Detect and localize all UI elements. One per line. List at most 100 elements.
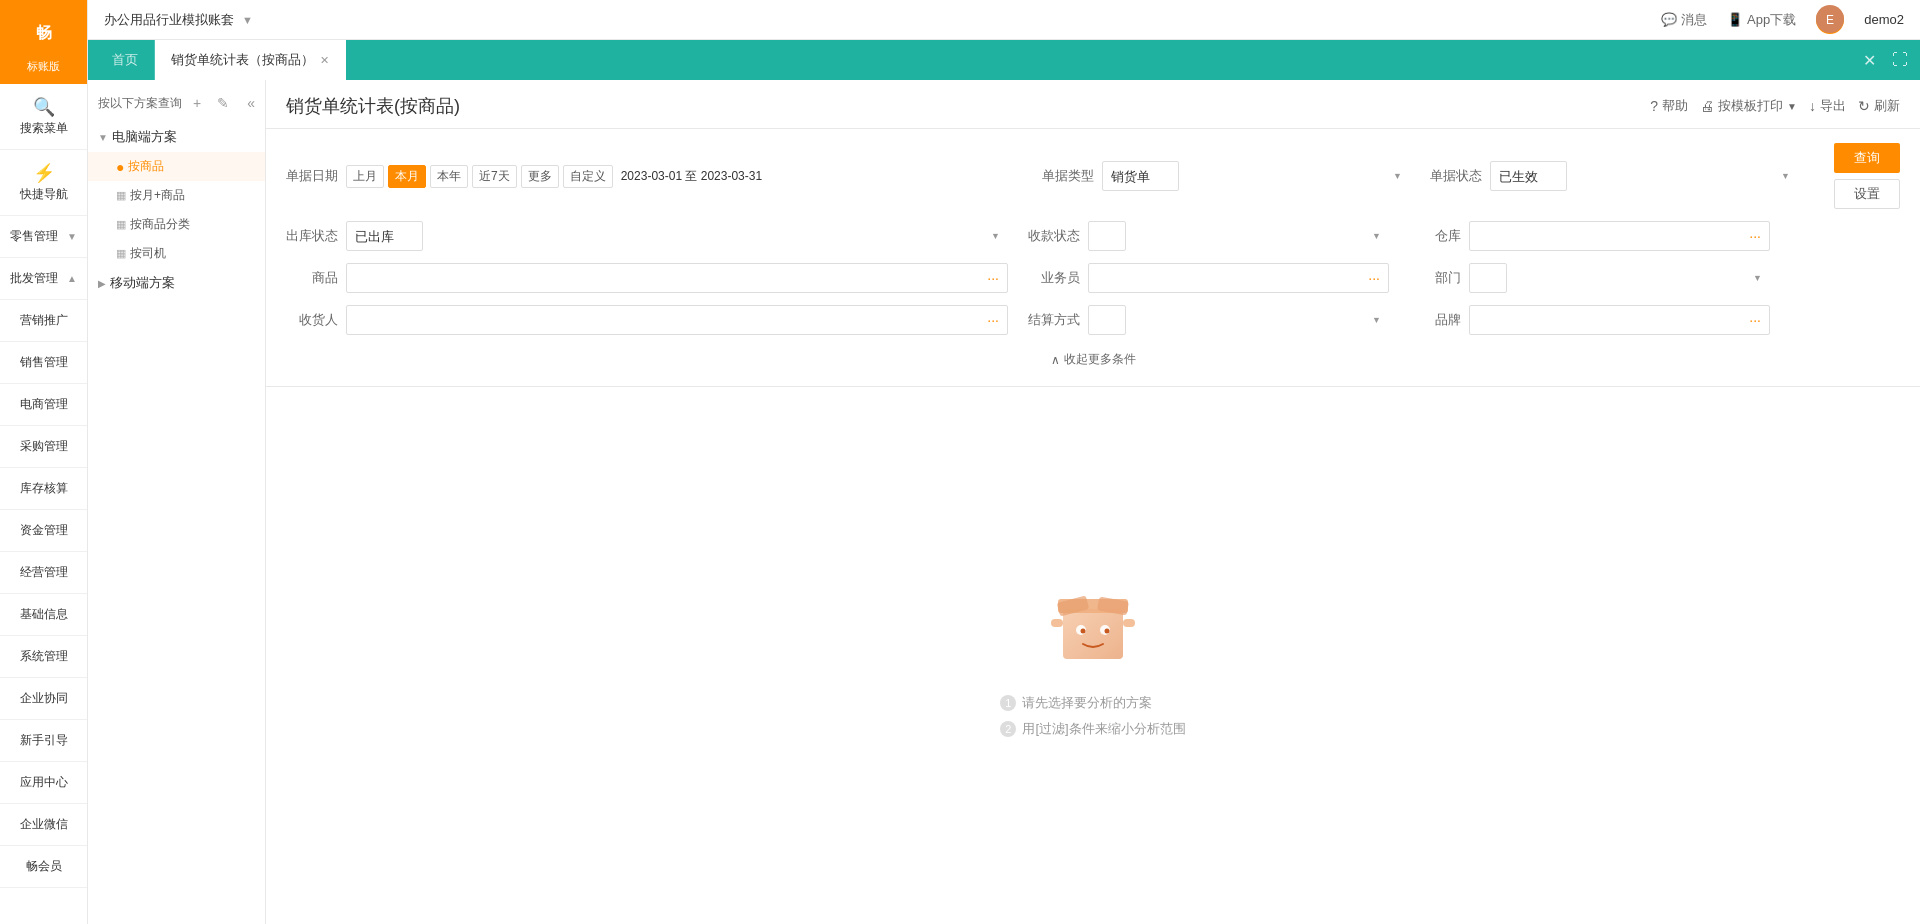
- btn-custom[interactable]: 自定义: [563, 165, 613, 188]
- brand-input-area[interactable]: ···: [1469, 305, 1770, 335]
- sub-item-by-month-goods[interactable]: ▦ 按月+商品: [88, 181, 265, 210]
- tab-close-icon[interactable]: ✕: [320, 54, 329, 67]
- tab-home[interactable]: 首页: [96, 40, 155, 80]
- sub-item-by-scanner[interactable]: ▦ 按司机: [88, 239, 265, 268]
- btn-last-7days[interactable]: 近7天: [472, 165, 517, 188]
- sidebar-item-guide[interactable]: 新手引导: [0, 720, 87, 762]
- btn-this-year[interactable]: 本年: [430, 165, 468, 188]
- sidebar-wholesale-label: 批发管理: [10, 270, 58, 287]
- page-content: 按以下方案查询 + ✎ « ▼ 电脑端方案 ● 按商品: [88, 80, 1920, 924]
- btn-this-month[interactable]: 本月: [388, 165, 426, 188]
- warehouse-dots[interactable]: ···: [1749, 228, 1761, 244]
- pc-scheme-label: 电脑端方案: [112, 128, 177, 146]
- by-scanner-label: 按司机: [130, 245, 166, 262]
- filter-panel-title: 按以下方案查询: [98, 95, 182, 112]
- export-label: 导出: [1820, 97, 1846, 115]
- btn-more[interactable]: 更多: [521, 165, 559, 188]
- by-goods-category-label: 按商品分类: [130, 216, 190, 233]
- message-action[interactable]: 💬 消息: [1661, 11, 1707, 29]
- goods-input-area[interactable]: ···: [346, 263, 1008, 293]
- doc-type-select[interactable]: 销货单: [1102, 161, 1179, 191]
- sidebar-item-search[interactable]: 🔍 搜索菜单: [0, 84, 87, 150]
- sidebar-item-purchase[interactable]: 采购管理: [0, 426, 87, 468]
- by-goods-label: 按商品: [128, 158, 164, 175]
- refresh-btn[interactable]: ↻ 刷新: [1858, 97, 1900, 115]
- sidebar-item-sales[interactable]: 销售管理: [0, 342, 87, 384]
- sidebar-system-label: 系统管理: [20, 648, 68, 665]
- sidebar-item-wechat[interactable]: 企业微信: [0, 804, 87, 846]
- by-month-goods-label: 按月+商品: [130, 187, 185, 204]
- field-date: 单据日期 上月 本月 本年 近7天 更多 自定义 2023-03-01 至 20…: [286, 165, 1022, 188]
- sidebar-item-member[interactable]: 畅会员: [0, 846, 87, 888]
- template-print-btn[interactable]: 🖨 按模板打印 ▼: [1700, 97, 1797, 115]
- doc-type-label: 单据类型: [1042, 167, 1094, 185]
- sidebar-sales-label: 销售管理: [20, 354, 68, 371]
- receiver-label: 收货人: [286, 311, 338, 329]
- doc-status-select[interactable]: 已生效: [1490, 161, 1567, 191]
- tree-pc-scheme[interactable]: ▼ 电脑端方案: [88, 122, 265, 152]
- sidebar-item-basic[interactable]: 基础信息: [0, 594, 87, 636]
- mobile-scheme-label: 移动端方案: [110, 274, 175, 292]
- sub-item-by-goods[interactable]: ● 按商品: [88, 152, 265, 181]
- sidebar-item-wholesale[interactable]: 批发管理 ▲: [0, 258, 87, 300]
- goods-dots[interactable]: ···: [987, 270, 999, 286]
- message-label: 消息: [1681, 11, 1707, 29]
- export-icon: ↓: [1809, 98, 1816, 114]
- sidebar-item-marketing[interactable]: 营销推广: [0, 300, 87, 342]
- sidebar-item-quicknav[interactable]: ⚡ 快捷导航: [0, 150, 87, 216]
- warehouse-input-area[interactable]: ···: [1469, 221, 1770, 251]
- print-dropdown-icon: ▼: [1787, 101, 1797, 112]
- export-btn[interactable]: ↓ 导出: [1809, 97, 1846, 115]
- refresh-label: 刷新: [1874, 97, 1900, 115]
- app-download-action[interactable]: 📱 App下载: [1727, 11, 1796, 29]
- salesman-input-area[interactable]: ···: [1088, 263, 1389, 293]
- query-btn[interactable]: 查询: [1834, 143, 1900, 173]
- panel-collapse-btn[interactable]: «: [247, 95, 255, 111]
- sidebar-item-retail[interactable]: 零售管理 ▼: [0, 216, 87, 258]
- sidebar-item-apps[interactable]: 应用中心: [0, 762, 87, 804]
- sidebar-marketing-label: 营销推广: [20, 312, 68, 329]
- sidebar-search-label: 搜索菜单: [20, 120, 68, 137]
- user-name: demo2: [1864, 12, 1904, 27]
- tip-text-2: 用[过滤]条件来缩小分析范围: [1022, 720, 1185, 738]
- department-select[interactable]: [1469, 263, 1507, 293]
- sidebar-item-enterprise[interactable]: 企业协同: [0, 678, 87, 720]
- payment-status-select[interactable]: [1088, 221, 1126, 251]
- tab-close-all-btn[interactable]: ✕: [1859, 51, 1880, 70]
- add-scheme-btn[interactable]: +: [186, 92, 208, 114]
- header-dropdown-icon[interactable]: ▼: [242, 14, 253, 26]
- help-btn[interactable]: ? 帮助: [1650, 97, 1688, 115]
- app-logo[interactable]: 畅 标账版: [0, 0, 87, 84]
- sub-item-by-goods-category[interactable]: ▦ 按商品分类: [88, 210, 265, 239]
- sidebar-item-inventory[interactable]: 库存核算: [0, 468, 87, 510]
- sidebar-wechat-label: 企业微信: [20, 816, 68, 833]
- by-goods-category-icon: ▦: [116, 218, 126, 231]
- sidebar-item-ecommerce[interactable]: 电商管理: [0, 384, 87, 426]
- header-right: 💬 消息 📱 App下载 E demo2: [1661, 6, 1904, 34]
- svg-point-11: [1105, 628, 1110, 633]
- filter-form: 单据日期 上月 本月 本年 近7天 更多 自定义 2023-03-01 至 20…: [266, 129, 1920, 387]
- collapse-more-btn[interactable]: ∧ 收起更多条件: [1051, 351, 1136, 368]
- tab-sales-stat[interactable]: 销货单统计表（按商品） ✕: [155, 40, 346, 80]
- setting-btn[interactable]: 设置: [1834, 179, 1900, 209]
- salesman-dots[interactable]: ···: [1368, 270, 1380, 286]
- filter-row-4: 收货人 ··· 结算方式: [286, 305, 1900, 335]
- page-title-bar: 销货单统计表(按商品) ? 帮助 🖨 按模板打印 ▼ ↓ 导出: [266, 80, 1920, 129]
- edit-scheme-btn[interactable]: ✎: [212, 92, 234, 114]
- receiver-dots[interactable]: ···: [987, 312, 999, 328]
- tab-expand-btn[interactable]: ⛶: [1888, 51, 1912, 69]
- out-status-select[interactable]: 已出库: [346, 221, 423, 251]
- sidebar-item-finance[interactable]: 资金管理: [0, 510, 87, 552]
- salesman-label: 业务员: [1028, 269, 1080, 287]
- sidebar-apps-label: 应用中心: [20, 774, 68, 791]
- payment-method-select[interactable]: [1088, 305, 1126, 335]
- sidebar-item-system[interactable]: 系统管理: [0, 636, 87, 678]
- receiver-input-area[interactable]: ···: [346, 305, 1008, 335]
- brand-dots[interactable]: ···: [1749, 312, 1761, 328]
- tab-bar-right: ✕ ⛶: [1859, 51, 1912, 70]
- user-avatar[interactable]: E: [1816, 6, 1844, 34]
- page-title: 销货单统计表(按商品): [286, 94, 460, 118]
- sidebar-item-operations[interactable]: 经营管理: [0, 552, 87, 594]
- tree-mobile-scheme[interactable]: ▶ 移动端方案: [88, 268, 265, 298]
- btn-last-month[interactable]: 上月: [346, 165, 384, 188]
